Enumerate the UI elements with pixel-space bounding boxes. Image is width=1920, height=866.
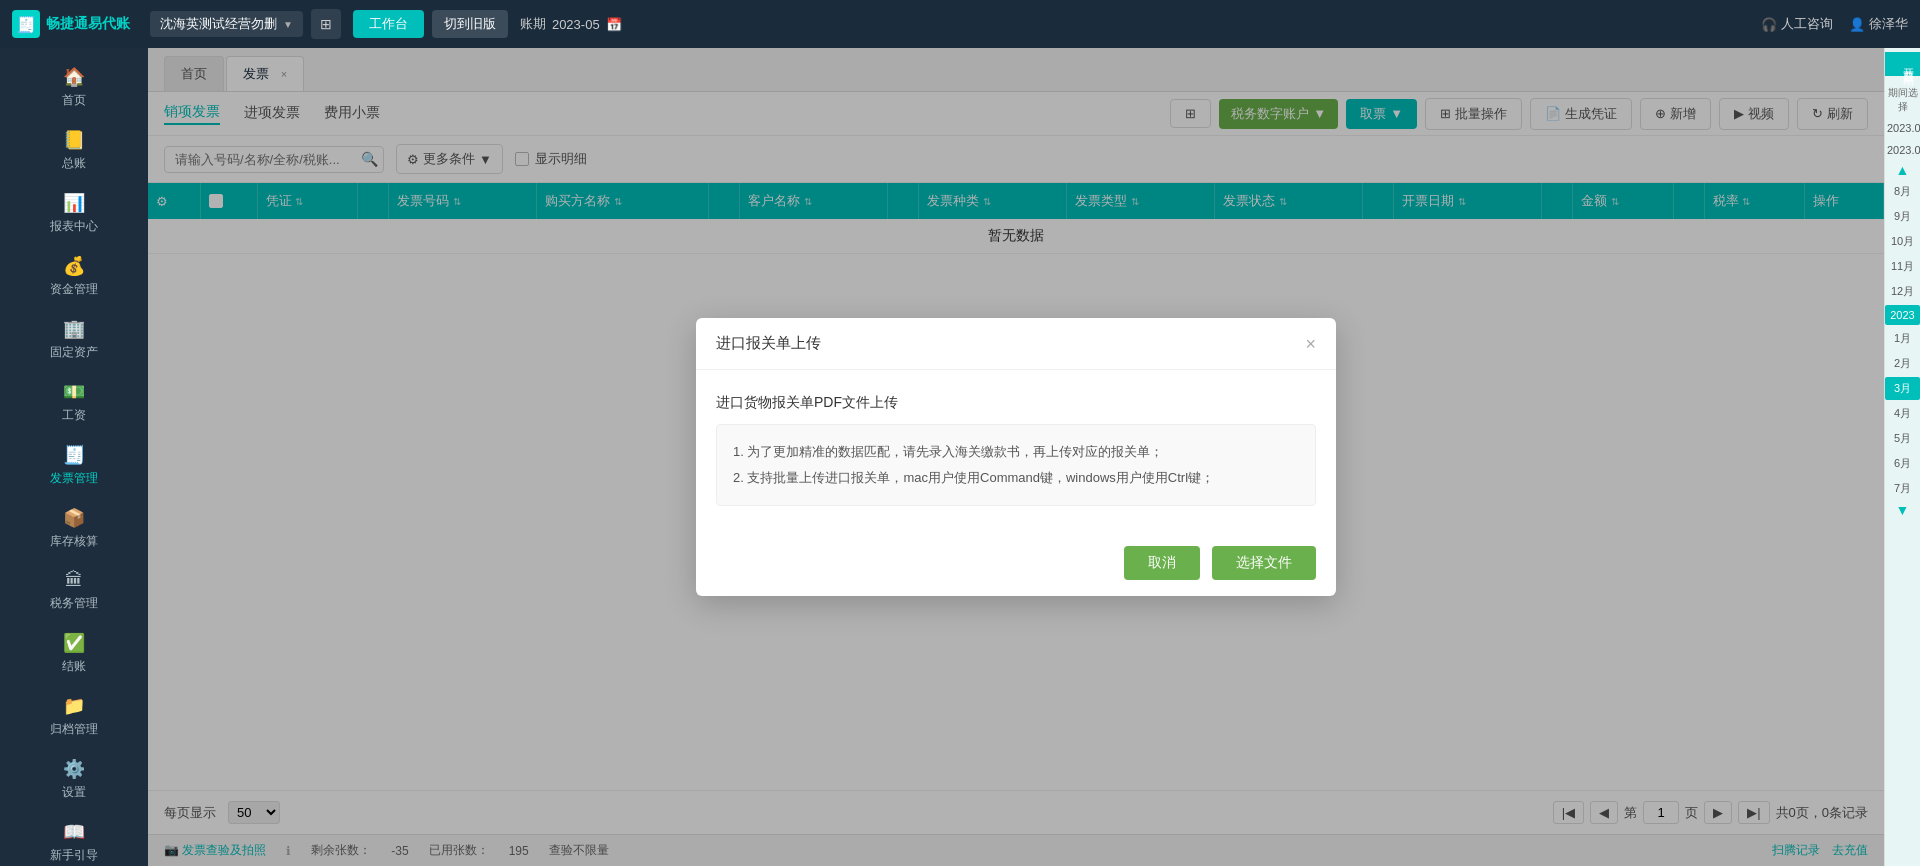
modal-close-button[interactable]: × [1305,335,1316,353]
period-label: 账期 [520,15,546,33]
content-area: 首页 发票 × 销项发票 进项发票 费用小票 [148,48,1884,866]
support-button[interactable]: 🎧 人工咨询 [1761,15,1833,33]
modal-instruction-1: 1. 为了更加精准的数据匹配，请先录入海关缴款书，再上传对应的报关单； [733,439,1299,465]
company-settings-icon[interactable]: ⊞ [311,9,341,39]
modal-footer: 取消 选择文件 [696,530,1336,596]
period-may[interactable]: 5月 [1885,427,1920,450]
modal-instructions-box: 1. 为了更加精准的数据匹配，请先录入海关缴款书，再上传对应的报关单； 2. 支… [716,424,1316,506]
modal-header: 进口报关单上传 × [696,318,1336,370]
sidebar-label-tax: 税务管理 [50,595,98,612]
funds-icon: 💰 [63,255,85,277]
sidebar-label-settings: 设置 [62,784,86,801]
period-value: 2023-05 [552,17,600,32]
sidebar-item-ledger[interactable]: 📒 总账 [0,119,148,182]
top-bar-right: 🎧 人工咨询 👤 徐泽华 [1761,15,1908,33]
modal-select-file-button[interactable]: 选择文件 [1212,546,1316,580]
sidebar-item-invoice[interactable]: 🧾 发票管理 [0,434,148,497]
period-aug[interactable]: 8月 [1885,180,1920,203]
scroll-up-icon[interactable]: ▲ [1896,162,1910,178]
sidebar-label-guide: 新手引导 [50,847,98,864]
modal-instruction-2: 2. 支持批量上传进口报关单，mac用户使用Command键，windows用户… [733,465,1299,491]
sidebar-item-settings[interactable]: ⚙️ 设置 [0,748,148,811]
sidebar-item-funds[interactable]: 💰 资金管理 [0,245,148,308]
sidebar-label-reports: 报表中心 [50,218,98,235]
app-logo: 🧾 畅捷通易代账 [12,10,130,38]
sidebar-label-invoice: 发票管理 [50,470,98,487]
period-2023-03-2[interactable]: 2023.03 [1885,140,1920,160]
modal-cancel-button[interactable]: 取消 [1124,546,1200,580]
sidebar-item-tax[interactable]: 🏛 税务管理 [0,560,148,622]
top-bar: 🧾 畅捷通易代账 沈海英测试经营勿删 ▼ ⊞ 工作台 切到旧版 账期 2023-… [0,0,1920,48]
company-dropdown-icon: ▼ [283,19,293,30]
period-sep[interactable]: 9月 [1885,205,1920,228]
settings-icon: ⚙️ [63,758,85,780]
user-name: 徐泽华 [1869,15,1908,33]
period-jan[interactable]: 1月 [1885,327,1920,350]
inventory-icon: 📦 [63,507,85,529]
open-date-sidebar-label[interactable]: 开票日期 [1885,52,1920,76]
period-nov[interactable]: 11月 [1885,255,1920,278]
modal-body: 进口货物报关单PDF文件上传 1. 为了更加精准的数据匹配，请先录入海关缴款书，… [696,370,1336,530]
sidebar-label-assets: 固定资产 [50,344,98,361]
company-selector[interactable]: 沈海英测试经营勿删 ▼ [150,11,303,37]
right-sidebar: 开票日期 期间选择 2023.03 2023.03 ▲ 8月 9月 10月 11… [1884,48,1920,866]
reports-icon: 📊 [63,192,85,214]
sidebar-label-payroll: 工资 [62,407,86,424]
payroll-icon: 💵 [63,381,85,403]
period-mar[interactable]: 3月 [1885,377,1920,400]
sidebar-item-home[interactable]: 🏠 首页 [0,56,148,119]
sidebar-item-archive[interactable]: 📁 归档管理 [0,685,148,748]
workspace-button[interactable]: 工作台 [353,10,424,38]
period-select-label: 期间选择 [1885,82,1920,118]
period-2023-03-1[interactable]: 2023.03 [1885,118,1920,138]
close-accounts-icon: ✅ [63,632,85,654]
period-2023[interactable]: 2023 [1885,305,1920,325]
archive-icon: 📁 [63,695,85,717]
modal-overlay: 进口报关单上传 × 进口货物报关单PDF文件上传 1. 为了更加精准的数据匹配，… [148,48,1884,866]
sidebar-item-reports[interactable]: 📊 报表中心 [0,182,148,245]
sidebar-item-assets[interactable]: 🏢 固定资产 [0,308,148,371]
old-version-button[interactable]: 切到旧版 [432,10,508,38]
period-oct[interactable]: 10月 [1885,230,1920,253]
company-name: 沈海英测试经营勿删 [160,15,277,33]
assets-icon: 🏢 [63,318,85,340]
period-dec[interactable]: 12月 [1885,280,1920,303]
period-jul[interactable]: 7月 [1885,477,1920,500]
modal-pdf-title: 进口货物报关单PDF文件上传 [716,394,1316,412]
calendar-icon[interactable]: 📅 [606,17,622,32]
invoice-icon: 🧾 [63,444,85,466]
sidebar-label-close: 结账 [62,658,86,675]
sidebar: 🏠 首页 📒 总账 📊 报表中心 💰 资金管理 🏢 固定资产 💵 工资 🧾 发票… [0,48,148,866]
sidebar-item-close[interactable]: ✅ 结账 [0,622,148,685]
sidebar-label-inventory: 库存核算 [50,533,98,550]
sidebar-label-funds: 资金管理 [50,281,98,298]
sidebar-label-home: 首页 [62,92,86,109]
avatar-icon: 👤 [1849,17,1865,32]
period-jun[interactable]: 6月 [1885,452,1920,475]
user-avatar[interactable]: 👤 徐泽华 [1849,15,1908,33]
sidebar-item-inventory[interactable]: 📦 库存核算 [0,497,148,560]
period-apr[interactable]: 4月 [1885,402,1920,425]
period-info: 账期 2023-05 📅 [520,15,622,33]
sidebar-item-payroll[interactable]: 💵 工资 [0,371,148,434]
headset-icon: 🎧 [1761,17,1777,32]
support-label: 人工咨询 [1781,15,1833,33]
home-icon: 🏠 [63,66,85,88]
logo-icon: 🧾 [12,10,40,38]
period-nav: 2023.03 2023.03 ▲ 8月 9月 10月 11月 12月 2023… [1885,118,1920,518]
sidebar-item-guide[interactable]: 📖 新手引导 [0,811,148,866]
sidebar-label-ledger: 总账 [62,155,86,172]
main-layout: 🏠 首页 📒 总账 📊 报表中心 💰 资金管理 🏢 固定资产 💵 工资 🧾 发票… [0,48,1920,866]
modal-title: 进口报关单上传 [716,334,821,353]
guide-icon: 📖 [63,821,85,843]
logo-text: 畅捷通易代账 [46,15,130,33]
ledger-icon: 📒 [63,129,85,151]
period-feb[interactable]: 2月 [1885,352,1920,375]
import-customs-modal: 进口报关单上传 × 进口货物报关单PDF文件上传 1. 为了更加精准的数据匹配，… [696,318,1336,596]
sidebar-label-archive: 归档管理 [50,721,98,738]
scroll-down-icon[interactable]: ▼ [1896,502,1910,518]
tax-icon: 🏛 [65,570,83,591]
